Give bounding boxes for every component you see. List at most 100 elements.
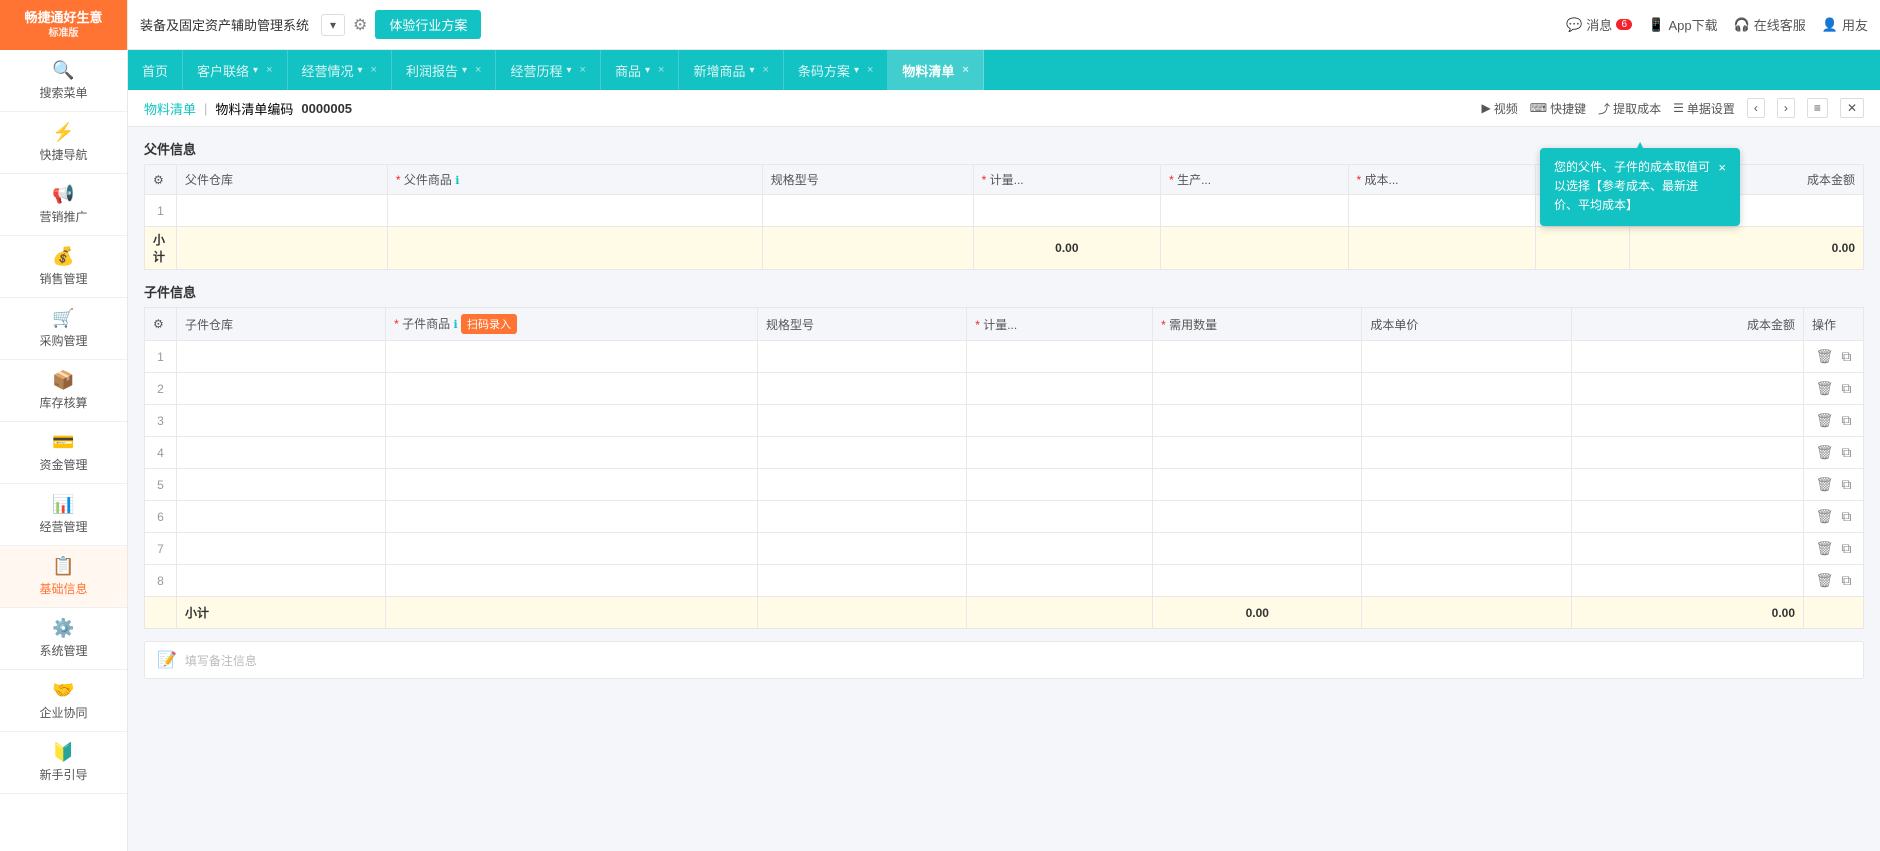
child-qty-cell[interactable] xyxy=(1153,437,1362,469)
user-btn[interactable]: 👤 用友 xyxy=(1822,15,1868,34)
copy-icon[interactable]: ⧉ xyxy=(1841,572,1851,589)
child-unit-cost-cell[interactable] xyxy=(1362,501,1571,533)
child-unit-cell[interactable] xyxy=(967,341,1153,373)
tab-new-product[interactable]: 新增商品▾× xyxy=(679,50,783,90)
child-warehouse-cell[interactable] xyxy=(177,501,386,533)
child-unit-cell[interactable] xyxy=(967,373,1153,405)
copy-icon[interactable]: ⧉ xyxy=(1841,508,1851,525)
child-product-cell[interactable] xyxy=(386,501,758,533)
child-product-cell[interactable] xyxy=(386,469,758,501)
child-unit-cell[interactable] xyxy=(967,469,1153,501)
child-unit-cost-cell[interactable] xyxy=(1362,341,1571,373)
tab-close[interactable]: × xyxy=(371,64,377,76)
sidebar-item-system[interactable]: ⚙️系统管理 xyxy=(0,608,127,670)
parent-spec-cell[interactable] xyxy=(762,195,973,227)
child-warehouse-cell[interactable] xyxy=(177,469,386,501)
child-warehouse-cell[interactable] xyxy=(177,565,386,597)
tab-history[interactable]: 经营历程▾× xyxy=(496,50,600,90)
sidebar-item-finance[interactable]: 💳资金管理 xyxy=(0,422,127,484)
note-placeholder[interactable]: 填写备注信息 xyxy=(185,652,257,669)
child-unit-cost-cell[interactable] xyxy=(1362,437,1571,469)
child-product-cell[interactable] xyxy=(386,437,758,469)
tab-barcode[interactable]: 条码方案▾× xyxy=(784,50,888,90)
child-spec-cell[interactable] xyxy=(758,565,967,597)
sidebar-item-sales[interactable]: 💰销售管理 xyxy=(0,236,127,298)
sidebar-item-quick-nav[interactable]: ⚡快捷导航 xyxy=(0,112,127,174)
child-product-cell[interactable] xyxy=(386,405,758,437)
child-warehouse-cell[interactable] xyxy=(177,405,386,437)
child-qty-cell[interactable] xyxy=(1153,501,1362,533)
child-spec-cell[interactable] xyxy=(758,341,967,373)
child-unit-cost-cell[interactable] xyxy=(1362,565,1571,597)
tab-close[interactable]: × xyxy=(266,64,272,76)
tab-profit[interactable]: 利润报告▾× xyxy=(392,50,496,90)
child-qty-cell[interactable] xyxy=(1153,341,1362,373)
tab-product[interactable]: 商品▾× xyxy=(601,50,679,90)
tab-home[interactable]: 首页 xyxy=(128,50,183,90)
sidebar-item-search[interactable]: 🔍搜索菜单 xyxy=(0,50,127,112)
tab-close[interactable]: × xyxy=(580,64,586,76)
parent-warehouse-cell[interactable] xyxy=(177,195,388,227)
copy-icon[interactable]: ⧉ xyxy=(1841,380,1851,397)
delete-icon[interactable]: 🗑 xyxy=(1816,348,1834,365)
tab-close[interactable]: × xyxy=(962,64,968,76)
sidebar-item-guide[interactable]: 🔰新手引导 xyxy=(0,732,127,794)
shortcut-btn[interactable]: ⌨ 快捷键 xyxy=(1530,100,1586,117)
child-warehouse-cell[interactable] xyxy=(177,533,386,565)
breadcrumb-item1[interactable]: 物料清单 xyxy=(144,99,196,118)
gear-icon[interactable]: ⚙ xyxy=(353,15,367,35)
child-spec-cell[interactable] xyxy=(758,533,967,565)
delete-icon[interactable]: 🗑 xyxy=(1816,412,1834,429)
tab-close[interactable]: × xyxy=(475,64,481,76)
sidebar-item-basic[interactable]: 📋基础信息 xyxy=(0,546,127,608)
child-warehouse-cell[interactable] xyxy=(177,437,386,469)
child-unit-cell[interactable] xyxy=(967,533,1153,565)
child-unit-cost-cell[interactable] xyxy=(1362,469,1571,501)
child-unit-cost-cell[interactable] xyxy=(1362,373,1571,405)
delete-icon[interactable]: 🗑 xyxy=(1816,380,1834,397)
online-service-btn[interactable]: 🎧 在线客服 xyxy=(1734,15,1806,34)
delete-icon[interactable]: 🗑 xyxy=(1816,444,1834,461)
child-unit-cost-cell[interactable] xyxy=(1362,533,1571,565)
sidebar-item-coop[interactable]: 🤝企业协同 xyxy=(0,670,127,732)
sidebar-item-inventory[interactable]: 📦库存核算 xyxy=(0,360,127,422)
child-unit-cell[interactable] xyxy=(967,501,1153,533)
app-download-btn[interactable]: 📱 App下载 xyxy=(1648,15,1717,34)
parent-unit-cell[interactable] xyxy=(973,195,1160,227)
child-unit-cell[interactable] xyxy=(967,437,1153,469)
parent-prod-cell[interactable] xyxy=(1161,195,1348,227)
child-unit-cell[interactable] xyxy=(967,565,1153,597)
tab-close[interactable]: × xyxy=(867,64,873,76)
delete-icon[interactable]: 🗑 xyxy=(1816,508,1834,525)
single-settings-btn[interactable]: ☰ 单据设置 xyxy=(1673,100,1735,117)
delete-icon[interactable]: 🗑 xyxy=(1816,476,1834,493)
tab-customer[interactable]: 客户联络▾× xyxy=(183,50,287,90)
child-spec-cell[interactable] xyxy=(758,437,967,469)
sidebar-item-purchase[interactable]: 🛒采购管理 xyxy=(0,298,127,360)
child-qty-cell[interactable] xyxy=(1153,533,1362,565)
child-qty-cell[interactable] xyxy=(1153,405,1362,437)
trial-btn[interactable]: 体验行业方案 xyxy=(375,10,481,39)
child-product-cell[interactable] xyxy=(386,565,758,597)
next-arrow[interactable]: › xyxy=(1777,98,1795,118)
extract-cost-btn[interactable]: ⤴ 提取成本 xyxy=(1598,100,1661,117)
tab-bom[interactable]: 物料清单× xyxy=(888,50,983,90)
child-spec-cell[interactable] xyxy=(758,373,967,405)
message-btn[interactable]: 💬 消息 6 xyxy=(1566,15,1632,34)
child-product-cell[interactable] xyxy=(386,373,758,405)
close-record-btn[interactable]: ✕ xyxy=(1840,98,1864,118)
child-qty-cell[interactable] xyxy=(1153,373,1362,405)
tab-close[interactable]: × xyxy=(762,64,768,76)
child-spec-cell[interactable] xyxy=(758,405,967,437)
tab-operation-status[interactable]: 经营情况▾× xyxy=(288,50,392,90)
delete-icon[interactable]: 🗑 xyxy=(1816,572,1834,589)
child-spec-cell[interactable] xyxy=(758,469,967,501)
copy-icon[interactable]: ⧉ xyxy=(1841,444,1851,461)
child-unit-cost-cell[interactable] xyxy=(1362,405,1571,437)
copy-icon[interactable]: ⧉ xyxy=(1841,412,1851,429)
child-qty-cell[interactable] xyxy=(1153,469,1362,501)
view-video-btn[interactable]: ▶ 视频 xyxy=(1482,100,1518,117)
copy-icon[interactable]: ⧉ xyxy=(1841,348,1851,365)
child-spec-cell[interactable] xyxy=(758,501,967,533)
list-view-btn[interactable]: ≡ xyxy=(1807,98,1828,118)
